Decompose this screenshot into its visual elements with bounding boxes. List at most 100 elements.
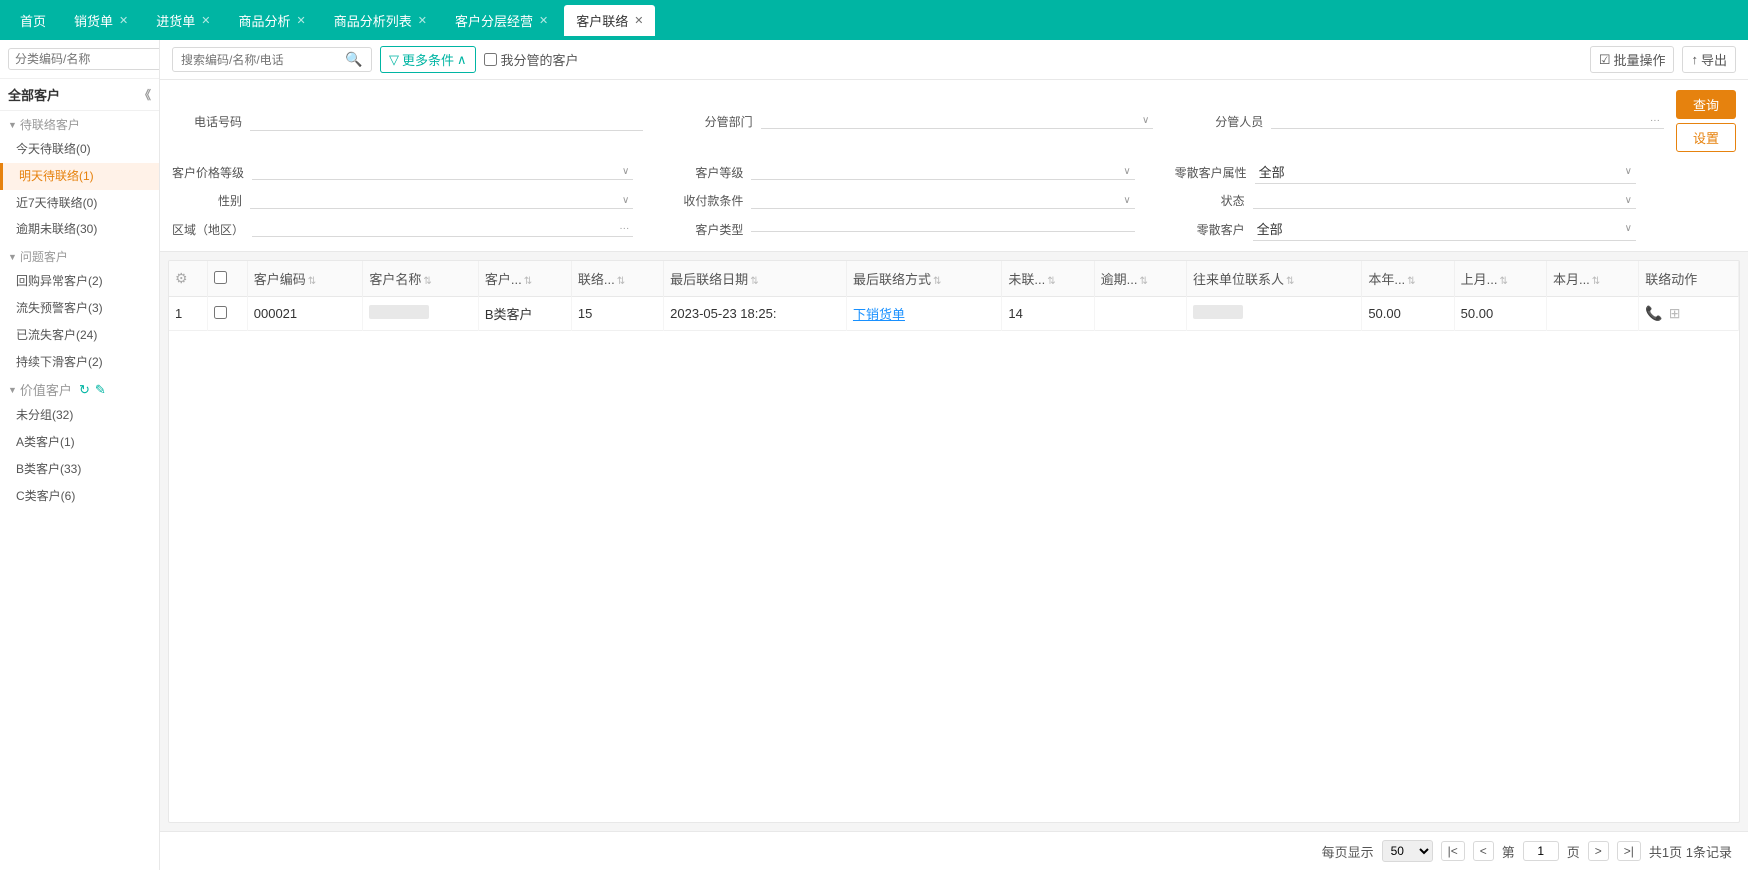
- my-customers-checkbox[interactable]: [484, 53, 497, 66]
- collapse-icon[interactable]: 《: [139, 86, 151, 103]
- page-input[interactable]: [1523, 841, 1559, 861]
- level-select[interactable]: ∨: [751, 164, 1134, 180]
- nav-sales-close[interactable]: ✕: [119, 14, 128, 27]
- filter-row-2: 客户价格等级 ∨ 客户等级 ∨ 零散客户属性 全部: [172, 160, 1736, 184]
- table-settings-icon[interactable]: ⚙: [175, 270, 188, 286]
- filter-cell-level: 客户等级 ∨: [673, 164, 1134, 181]
- phone-label: 电话号码: [172, 113, 242, 130]
- search-input[interactable]: [181, 53, 341, 67]
- table-container: ⚙ 客户编码⇅ 客户名称⇅ 客户...⇅ 联络...⇅ 最后联络日期⇅ 最后联络…: [168, 260, 1740, 823]
- col-code: 客户编码⇅: [247, 261, 363, 297]
- sidebar-item-a-class[interactable]: A类客户(1): [0, 429, 159, 456]
- filter-cell-person: 分管人员 ···: [1193, 113, 1664, 130]
- cell-last-method[interactable]: 下销货单: [846, 297, 1001, 331]
- nav-analysis-close[interactable]: ✕: [297, 14, 306, 27]
- query-button[interactable]: 查询: [1676, 90, 1736, 119]
- nav-analysis-list-close[interactable]: ✕: [418, 14, 427, 27]
- export-button[interactable]: ↑ 导出: [1682, 46, 1736, 73]
- value-group-title: 价值客户 ↻ ✎: [0, 375, 159, 402]
- select-all-checkbox[interactable]: [214, 271, 227, 284]
- date-sorter[interactable]: ⇅: [750, 276, 758, 287]
- sidebar-item-declining[interactable]: 持续下滑客户(2): [0, 349, 159, 376]
- price-level-label: 客户价格等级: [172, 164, 244, 181]
- sidebar-item-ungrouped[interactable]: 未分组(32): [0, 402, 159, 429]
- search-button[interactable]: 🔍: [345, 51, 362, 68]
- sidebar-item-lost[interactable]: 已流失客户(24): [0, 322, 159, 349]
- checkbox-icon: ☑: [1599, 52, 1611, 68]
- phone-input[interactable]: [250, 112, 643, 131]
- settings-button[interactable]: 设置: [1676, 123, 1736, 152]
- phone-action-icon[interactable]: 📞: [1645, 305, 1662, 322]
- value-group-edit[interactable]: ✎: [95, 382, 106, 398]
- action-icons: 📞 ⊞: [1645, 305, 1732, 322]
- next-page-btn[interactable]: >: [1588, 841, 1609, 861]
- nav-customer-segment[interactable]: 客户分层经营 ✕: [443, 5, 560, 36]
- my-customers-checkbox-label[interactable]: 我分管的客户: [484, 50, 579, 69]
- nav-home[interactable]: 首页: [8, 5, 58, 36]
- unit-sorter[interactable]: ⇅: [1286, 276, 1294, 287]
- year-sorter[interactable]: ⇅: [1407, 276, 1415, 287]
- name-sorter[interactable]: ⇅: [423, 276, 431, 287]
- nav-customer-contact-close[interactable]: ✕: [634, 14, 643, 27]
- retail-attr-select[interactable]: 全部 ∨: [1255, 160, 1636, 184]
- sidebar-item-churn-warning[interactable]: 流失预警客户(3): [0, 295, 159, 322]
- per-page-select[interactable]: 50 10 20 100: [1382, 840, 1433, 862]
- sidebar-item-tomorrow[interactable]: 明天待联络(1): [0, 163, 159, 190]
- nav-purchase[interactable]: 进货单 ✕: [144, 5, 222, 36]
- region-select[interactable]: ···: [252, 221, 633, 237]
- nav-customer-contact[interactable]: 客户联络 ✕: [564, 5, 655, 36]
- row-checkbox[interactable]: [214, 306, 227, 319]
- tm-sorter[interactable]: ⇅: [1592, 276, 1600, 287]
- sidebar-item-c-class[interactable]: C类客户(6): [0, 483, 159, 510]
- cell-category: B类客户: [478, 297, 571, 331]
- payment-select[interactable]: ∨: [751, 193, 1134, 209]
- all-customers-header[interactable]: 全部客户 《: [0, 79, 159, 111]
- last-page-btn[interactable]: >|: [1617, 841, 1641, 861]
- sidebar-item-7days[interactable]: 近7天待联络(0): [0, 190, 159, 217]
- retail-attr-label: 零散客户属性: [1175, 164, 1247, 181]
- filter-cell-gender: 性别 ∨: [172, 192, 633, 209]
- last-method-link[interactable]: 下销货单: [853, 307, 905, 322]
- method-sorter[interactable]: ⇅: [933, 276, 941, 287]
- export-icon: ↑: [1691, 52, 1698, 67]
- cat-sorter[interactable]: ⇅: [524, 276, 532, 287]
- col-gear: ⚙: [169, 261, 207, 297]
- overdue-sorter[interactable]: ⇅: [1140, 276, 1148, 287]
- value-group-refresh[interactable]: ↻: [79, 382, 90, 398]
- prev-page-btn[interactable]: <: [1473, 841, 1494, 861]
- dept-select[interactable]: ∨: [761, 113, 1154, 129]
- sidebar-item-b-class[interactable]: B类客户(33): [0, 456, 159, 483]
- filter-actions: 查询 设置: [1676, 90, 1736, 152]
- first-page-btn[interactable]: |<: [1441, 841, 1465, 861]
- retail-customer-select[interactable]: 全部 ∨: [1253, 217, 1636, 241]
- nav-analysis[interactable]: 商品分析 ✕: [226, 5, 317, 36]
- nav-analysis-list[interactable]: 商品分析列表 ✕: [322, 5, 439, 36]
- grid-action-icon[interactable]: ⊞: [1669, 305, 1681, 322]
- ctype-select[interactable]: [751, 227, 1134, 232]
- not-contact-sorter[interactable]: ⇅: [1047, 276, 1055, 287]
- cell-not-contacted: 14: [1002, 297, 1094, 331]
- nav-sales[interactable]: 销货单 ✕: [62, 5, 140, 36]
- sidebar: 🔍 全部客户 《 待联络客户 今天待联络(0) 明天待联络(1) 近7天待联络(…: [0, 40, 160, 870]
- nav-customer-segment-close[interactable]: ✕: [539, 14, 548, 27]
- gender-select[interactable]: ∨: [250, 193, 633, 209]
- contact-sorter[interactable]: ⇅: [617, 276, 625, 287]
- code-sorter[interactable]: ⇅: [308, 276, 316, 287]
- status-select[interactable]: ∨: [1253, 193, 1636, 209]
- filter-row-4: 区域（地区） ··· 客户类型 零散客户 全部: [172, 217, 1736, 241]
- nav-purchase-close[interactable]: ✕: [201, 14, 210, 27]
- person-select[interactable]: ···: [1271, 113, 1664, 129]
- sidebar-search-input[interactable]: [8, 48, 160, 70]
- customer-table: ⚙ 客户编码⇅ 客户名称⇅ 客户...⇅ 联络...⇅ 最后联络日期⇅ 最后联络…: [169, 261, 1739, 331]
- batch-button[interactable]: ☑ 批量操作: [1590, 46, 1675, 73]
- cell-this-year: 50.00: [1362, 297, 1454, 331]
- more-filter-button[interactable]: ▽ 更多条件 ∧: [380, 46, 476, 73]
- filter-cell-retail-attr: 零散客户属性 全部 ∨: [1175, 160, 1636, 184]
- region-arrow: ···: [619, 223, 629, 234]
- sidebar-item-overdue[interactable]: 逾期未联络(30): [0, 216, 159, 243]
- sidebar-item-abnormal[interactable]: 回购异常客户(2): [0, 268, 159, 295]
- lm-sorter[interactable]: ⇅: [1499, 276, 1507, 287]
- price-level-select[interactable]: ∨: [252, 164, 633, 180]
- sidebar-item-today[interactable]: 今天待联络(0): [0, 136, 159, 163]
- filter-cell-price-level: 客户价格等级 ∨: [172, 164, 633, 181]
